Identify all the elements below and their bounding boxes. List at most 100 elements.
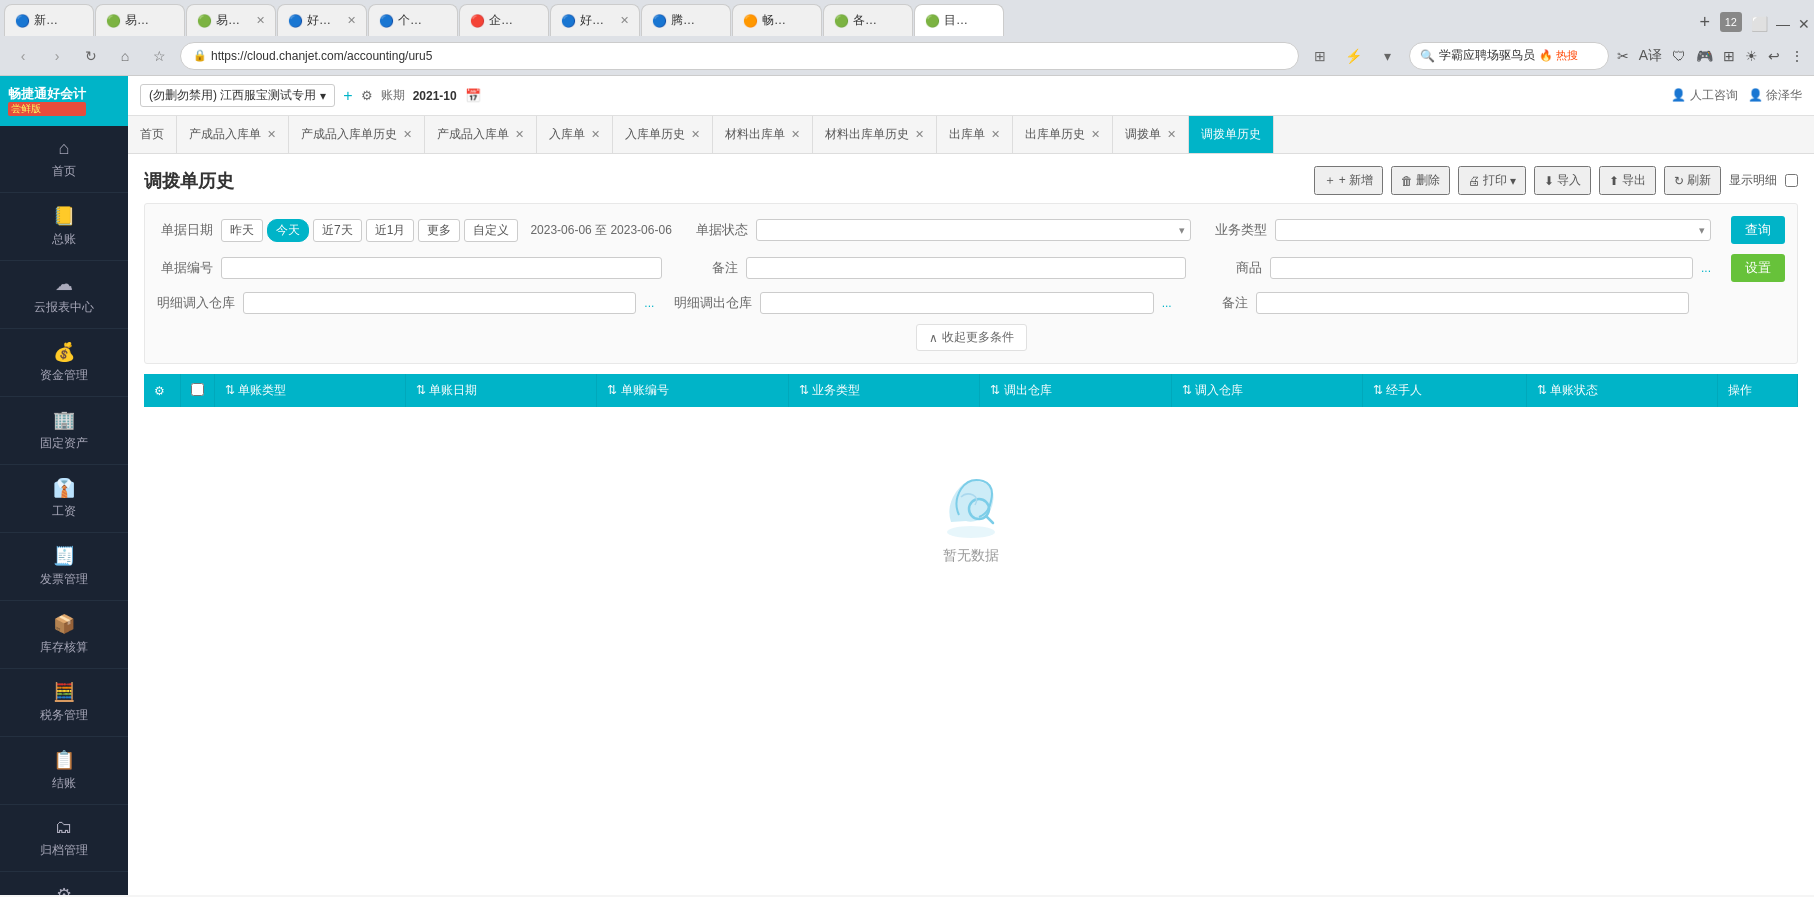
- browser-tab-tab10[interactable]: 🟢各…: [823, 4, 913, 36]
- col-from-wh[interactable]: ⇅ 调出仓库: [980, 374, 1171, 407]
- page-tab-transfer-history[interactable]: 调拨单历史: [1189, 116, 1274, 154]
- back-btn[interactable]: ‹: [10, 43, 36, 69]
- tab-close-icon[interactable]: ✕: [591, 128, 600, 141]
- select-all-checkbox[interactable]: [191, 383, 204, 396]
- tab-close-icon[interactable]: ✕: [1091, 128, 1100, 141]
- sidebar-item-payroll[interactable]: 👔工资: [0, 465, 128, 533]
- setting-btn[interactable]: 设置: [1731, 254, 1785, 282]
- goods-more-icon[interactable]: ...: [1701, 261, 1711, 275]
- sidebar-item-home[interactable]: ⌂首页: [0, 126, 128, 193]
- calendar-icon[interactable]: 📅: [465, 88, 481, 103]
- scissors-icon[interactable]: ✂: [1617, 48, 1629, 64]
- status-select[interactable]: [756, 219, 1192, 241]
- browser-tab-tab9[interactable]: 🟠畅…: [732, 4, 822, 36]
- undo-icon[interactable]: ↩: [1768, 48, 1780, 64]
- col-no[interactable]: ⇅ 单账编号: [597, 374, 788, 407]
- date-btn-近1月[interactable]: 近1月: [366, 219, 415, 242]
- out-warehouse-more-icon[interactable]: ...: [1162, 296, 1172, 310]
- delete-btn[interactable]: 🗑 删除: [1391, 166, 1450, 195]
- address-box[interactable]: 🔒 https://cloud.chanjet.com/accounting/u…: [180, 42, 1299, 70]
- customer-service-btn[interactable]: 👤 人工咨询: [1671, 87, 1737, 104]
- remark-input[interactable]: [746, 257, 1187, 279]
- page-tab-product-in[interactable]: 产成品入库单✕: [177, 116, 289, 154]
- page-tab-out[interactable]: 出库单✕: [937, 116, 1013, 154]
- sidebar-item-tax[interactable]: 🧮税务管理: [0, 669, 128, 737]
- sidebar-item-settings[interactable]: ⚙基础设置: [0, 872, 128, 895]
- menu-btn[interactable]: ▾: [1375, 43, 1401, 69]
- close-browser-btn[interactable]: ✕: [1798, 16, 1810, 32]
- in-warehouse-more-icon[interactable]: ...: [644, 296, 654, 310]
- add-company-btn[interactable]: +: [343, 87, 352, 105]
- controller-icon[interactable]: 🎮: [1696, 48, 1713, 64]
- translate-icon[interactable]: A译: [1639, 47, 1662, 65]
- page-tab-home[interactable]: 首页: [128, 116, 177, 154]
- table-settings-col[interactable]: ⚙: [144, 374, 180, 407]
- date-btn-昨天[interactable]: 昨天: [221, 219, 263, 242]
- date-btn-自定义[interactable]: 自定义: [464, 219, 518, 242]
- sidebar-item-ledger[interactable]: 📒总账: [0, 193, 128, 261]
- company-selector[interactable]: (勿删勿禁用) 江西服宝测试专用 ▾: [140, 84, 335, 107]
- date-btn-今天[interactable]: 今天: [267, 219, 309, 242]
- col-date[interactable]: ⇅ 单账日期: [405, 374, 596, 407]
- page-tab-transfer[interactable]: 调拨单✕: [1113, 116, 1189, 154]
- collapse-btn[interactable]: ∧ 收起更多条件: [916, 324, 1027, 351]
- tab-close-icon[interactable]: ✕: [403, 128, 412, 141]
- tab-close-icon[interactable]: ✕: [915, 128, 924, 141]
- goods-input[interactable]: [1270, 257, 1693, 279]
- page-tab-out-history[interactable]: 出库单历史✕: [1013, 116, 1113, 154]
- browser-tab-tab4[interactable]: 🔵好…✕: [277, 4, 367, 36]
- date-btn-近7天[interactable]: 近7天: [313, 219, 362, 242]
- import-btn[interactable]: ⬇ 导入: [1534, 166, 1591, 195]
- browser-tab-tab2[interactable]: 🟢易…: [95, 4, 185, 36]
- page-tab-stock-in-history[interactable]: 入库单历史✕: [613, 116, 713, 154]
- settings-icon[interactable]: ⚙: [361, 88, 373, 103]
- sidebar-item-reports[interactable]: ☁云报表中心: [0, 261, 128, 329]
- bookmark-btn[interactable]: ☆: [146, 43, 172, 69]
- home-btn[interactable]: ⌂: [112, 43, 138, 69]
- page-tab-stock-in[interactable]: 入库单✕: [537, 116, 613, 154]
- docno-input[interactable]: [221, 257, 662, 279]
- date-btn-更多[interactable]: 更多: [418, 219, 460, 242]
- user-avatar[interactable]: 👤 徐泽华: [1748, 87, 1802, 104]
- col-handler[interactable]: ⇅ 经手人: [1363, 374, 1527, 407]
- sidebar-item-fixed-assets[interactable]: 🏢固定资产: [0, 397, 128, 465]
- page-tab-material-out[interactable]: 材料出库单✕: [713, 116, 813, 154]
- restore-btn[interactable]: ⬜: [1751, 16, 1768, 32]
- out-warehouse-input[interactable]: [760, 292, 1153, 314]
- browser-tab-tab5[interactable]: 🔵个…: [368, 4, 458, 36]
- tab-close-icon[interactable]: ✕: [267, 128, 276, 141]
- browser-tab-tab6[interactable]: 🔴企…: [459, 4, 549, 36]
- browser-tab-tab11[interactable]: 🟢目…: [914, 4, 1004, 36]
- grid-icon[interactable]: ⊞: [1723, 48, 1735, 64]
- tab-close-icon[interactable]: ✕: [991, 128, 1000, 141]
- col-to-wh[interactable]: ⇅ 调入仓库: [1171, 374, 1362, 407]
- query-btn[interactable]: 查询: [1731, 216, 1785, 244]
- new-tab-button[interactable]: +: [1691, 8, 1719, 36]
- sidebar-item-closing[interactable]: 📋结账: [0, 737, 128, 805]
- browser-tab-tab1[interactable]: 🔵新…: [4, 4, 94, 36]
- note-input[interactable]: [1256, 292, 1689, 314]
- tab-close-icon[interactable]: ✕: [1167, 128, 1176, 141]
- biz-type-select[interactable]: [1275, 219, 1711, 241]
- browser-tab-tab8[interactable]: 🔵腾…: [641, 4, 731, 36]
- lightning-btn[interactable]: ⚡: [1341, 43, 1367, 69]
- print-btn[interactable]: 🖨 打印 ▾: [1458, 166, 1526, 195]
- browser-tab-tab3[interactable]: 🟢易…✕: [186, 4, 276, 36]
- tab-close-icon[interactable]: ✕: [691, 128, 700, 141]
- table-select-all-col[interactable]: [180, 374, 214, 407]
- new-btn[interactable]: ＋ + 新增: [1314, 166, 1383, 195]
- sidebar-item-archive[interactable]: 🗂归档管理: [0, 805, 128, 872]
- sidebar-item-stock[interactable]: 📦库存核算: [0, 601, 128, 669]
- extensions-btn[interactable]: ⊞: [1307, 43, 1333, 69]
- gear-icon[interactable]: ⚙: [154, 384, 165, 398]
- brightness-icon[interactable]: ☀: [1745, 48, 1758, 64]
- forward-btn[interactable]: ›: [44, 43, 70, 69]
- tab-close-icon[interactable]: ✕: [791, 128, 800, 141]
- col-biz-type[interactable]: ⇅ 业务类型: [788, 374, 979, 407]
- more-icon[interactable]: ⋮: [1790, 48, 1804, 64]
- shield-icon[interactable]: 🛡: [1672, 48, 1686, 64]
- page-tab-material-out-history[interactable]: 材料出库单历史✕: [813, 116, 937, 154]
- sidebar-item-invoice-mgmt[interactable]: 🧾发票管理: [0, 533, 128, 601]
- sidebar-item-assets-mgmt[interactable]: 💰资金管理: [0, 329, 128, 397]
- minimize-btn[interactable]: —: [1776, 16, 1790, 32]
